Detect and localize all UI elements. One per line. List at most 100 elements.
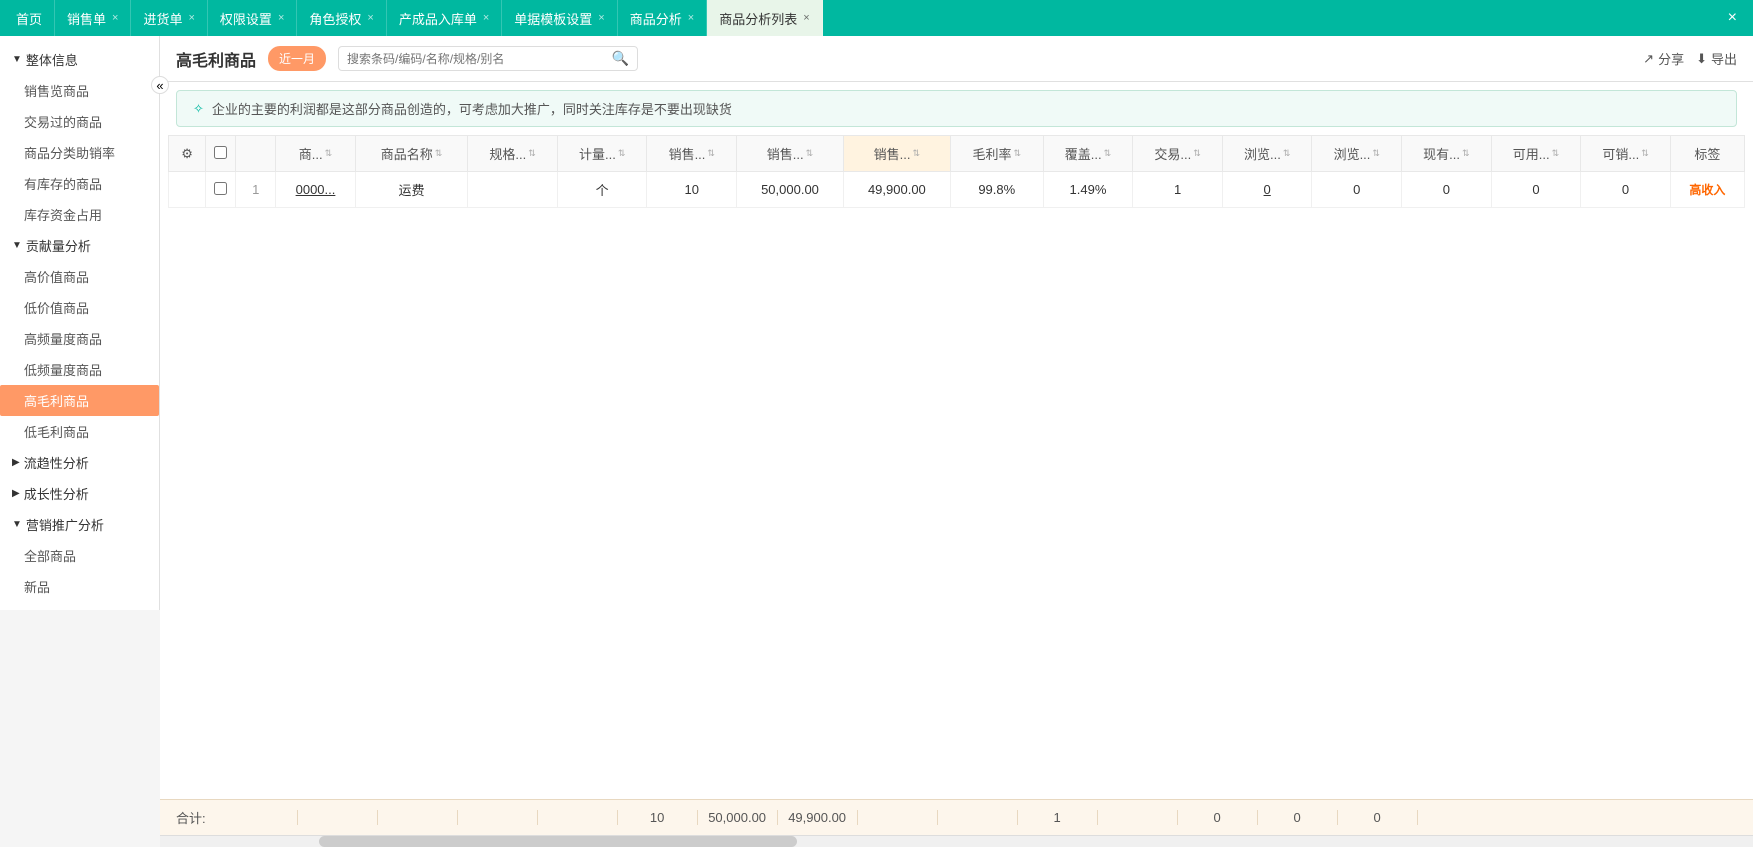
row-current-stock: 0: [1402, 172, 1492, 208]
row-unit: 个: [557, 172, 647, 208]
export-button[interactable]: ⬇ 导出: [1696, 49, 1737, 68]
row-checkbox[interactable]: [206, 172, 236, 208]
tab-role-permissions[interactable]: 角色授权 ×: [297, 0, 386, 36]
row-available: 0: [1491, 172, 1581, 208]
close-product-analysis-list-icon[interactable]: ×: [803, 12, 809, 24]
sidebar-item-inventory-commodity[interactable]: 有库存的商品: [0, 168, 159, 199]
row-coverage: 1.49%: [1043, 172, 1133, 208]
sort-sales-cost-icon: ⇅: [913, 148, 921, 159]
sort-code-icon: ⇅: [325, 148, 333, 159]
row-code[interactable]: 0000...: [276, 172, 356, 208]
scroll-thumb[interactable]: [319, 836, 797, 847]
top-navigation: 首页 销售单 × 进货单 × 权限设置 × 角色授权 × 产成品入库单 × 单据…: [0, 0, 1753, 36]
settings-icon[interactable]: ⚙: [181, 146, 193, 161]
sidebar-section-overall[interactable]: ▼ 整体信息: [0, 44, 159, 75]
tab-product-analysis-list[interactable]: 商品分析列表 ×: [707, 0, 822, 36]
footer-cell-empty5: [538, 810, 618, 825]
share-button[interactable]: ↗ 分享: [1643, 49, 1684, 68]
filter-last-month[interactable]: 近一月: [268, 46, 326, 71]
info-text: 企业的主要的利润都是这部分商品创造的，可考虑加大推广，同时关注库存是不要出现缺货: [212, 99, 732, 118]
table-footer: 合计: 10 50,000.00 49,900.00 1 0 0 0: [160, 799, 1753, 835]
close-product-entry-icon[interactable]: ×: [483, 12, 489, 24]
data-table: ⚙ 商... ⇅: [168, 135, 1745, 208]
col-current-stock[interactable]: 现有... ⇅: [1402, 136, 1492, 172]
col-browse1[interactable]: 浏览... ⇅: [1222, 136, 1312, 172]
col-sales-qty[interactable]: 销售... ⇅: [647, 136, 737, 172]
col-sales-amount[interactable]: 销售... ⇅: [737, 136, 844, 172]
sidebar-item-high-value[interactable]: 高价值商品: [0, 261, 159, 292]
row-select-checkbox[interactable]: [214, 182, 227, 195]
select-all-checkbox[interactable]: [214, 146, 227, 159]
sidebar-item-commodity-assist-rate[interactable]: 商品分类助销率: [0, 137, 159, 168]
col-available[interactable]: 可用... ⇅: [1491, 136, 1581, 172]
col-unit[interactable]: 计量... ⇅: [557, 136, 647, 172]
footer-cell-empty3: [378, 810, 458, 825]
tab-product-entry[interactable]: 产成品入库单 ×: [387, 0, 502, 36]
row-name: 运费: [355, 172, 467, 208]
search-input[interactable]: [347, 52, 606, 66]
sidebar-item-inventory-capital-ratio[interactable]: 库存资金占用: [0, 199, 159, 230]
col-name[interactable]: 商品名称 ⇅: [355, 136, 467, 172]
sidebar-item-high-margin[interactable]: 高毛利商品: [0, 385, 159, 416]
col-browse2[interactable]: 浏览... ⇅: [1312, 136, 1402, 172]
footer-transactions: 1: [1018, 810, 1098, 825]
footer-empty-coverage: [938, 810, 1018, 825]
row-settings: [169, 172, 206, 208]
row-browse2: 0: [1312, 172, 1402, 208]
sidebar-item-low-freq[interactable]: 低频量度商品: [0, 354, 159, 385]
col-spec[interactable]: 规格... ⇅: [468, 136, 558, 172]
col-transactions[interactable]: 交易... ⇅: [1133, 136, 1223, 172]
table-container[interactable]: ⚙ 商... ⇅: [160, 135, 1753, 799]
col-sellable[interactable]: 可销... ⇅: [1581, 136, 1671, 172]
col-gross-margin[interactable]: 毛利率 ⇅: [950, 136, 1043, 172]
tab-purchase-order[interactable]: 进货单 ×: [131, 0, 207, 36]
col-checkbox[interactable]: [206, 136, 236, 172]
close-permission-settings-icon[interactable]: ×: [278, 12, 284, 24]
export-icon: ⬇: [1696, 51, 1707, 67]
close-product-analysis-icon[interactable]: ×: [688, 12, 694, 24]
close-purchase-order-icon[interactable]: ×: [188, 12, 194, 24]
close-role-permissions-icon[interactable]: ×: [367, 12, 373, 24]
sidebar-item-new-commodity[interactable]: 新品: [0, 571, 159, 602]
sidebar-item-low-margin[interactable]: 低毛利商品: [0, 416, 159, 447]
col-code[interactable]: 商... ⇅: [276, 136, 356, 172]
row-tag: 高收入: [1670, 172, 1744, 208]
close-sales-order-icon[interactable]: ×: [112, 12, 118, 24]
sidebar-section-marketing[interactable]: ▼ 营销推广分析: [0, 509, 159, 540]
sidebar-section-treasure[interactable]: ▼ 贡献量分析: [0, 230, 159, 261]
search-box: 🔍: [338, 46, 638, 71]
col-settings[interactable]: ⚙: [169, 136, 206, 172]
sidebar-collapse-button[interactable]: «: [151, 76, 169, 94]
arrow-treasure-icon: ▼: [12, 240, 22, 251]
sidebar-item-low-value[interactable]: 低价值商品: [0, 292, 159, 323]
search-icon[interactable]: 🔍: [612, 50, 629, 67]
tab-sales-order[interactable]: 销售单 ×: [55, 0, 131, 36]
sidebar-section-growth[interactable]: ▶ 成长性分析: [0, 478, 159, 509]
sort-current-stock-icon: ⇅: [1462, 148, 1470, 159]
sidebar-section-trend[interactable]: ▶ 流趋性分析: [0, 447, 159, 478]
tab-permission-settings[interactable]: 权限设置 ×: [208, 0, 297, 36]
content-header: 高毛利商品 近一月 🔍 ↗ 分享 ⬇ 导出: [160, 36, 1753, 82]
sidebar-item-traded-commodity[interactable]: 交易过的商品: [0, 106, 159, 137]
footer-current-stock: 0: [1258, 810, 1338, 825]
col-coverage[interactable]: 覆盖... ⇅: [1043, 136, 1133, 172]
footer-browse1: [1098, 810, 1178, 825]
sidebar-item-sales-commodity[interactable]: 销售览商品: [0, 75, 159, 106]
row-sales-amount: 50,000.00: [737, 172, 844, 208]
tab-template-settings[interactable]: 单据模板设置 ×: [502, 0, 617, 36]
arrow-growth-icon: ▶: [12, 488, 20, 499]
horizontal-scrollbar[interactable]: [160, 835, 1753, 847]
col-tag: 标签: [1670, 136, 1744, 172]
tab-product-analysis[interactable]: 商品分析 ×: [618, 0, 707, 36]
col-sales-cost[interactable]: 销售... ⇅: [843, 136, 950, 172]
content-area: 高毛利商品 近一月 🔍 ↗ 分享 ⬇ 导出 ✧ 企业的主要的利润都是这部分商品创…: [160, 36, 1753, 847]
sidebar-item-high-freq[interactable]: 高频量度商品: [0, 323, 159, 354]
row-sellable: 0: [1581, 172, 1671, 208]
row-browse1[interactable]: 0: [1222, 172, 1312, 208]
sort-name-icon: ⇅: [435, 148, 443, 159]
sidebar-item-all-commodity[interactable]: 全部商品: [0, 540, 159, 571]
sort-available-icon: ⇅: [1552, 148, 1560, 159]
close-template-settings-icon[interactable]: ×: [598, 12, 604, 24]
tab-home[interactable]: 首页: [4, 0, 55, 36]
window-close-button[interactable]: ×: [1716, 9, 1749, 27]
